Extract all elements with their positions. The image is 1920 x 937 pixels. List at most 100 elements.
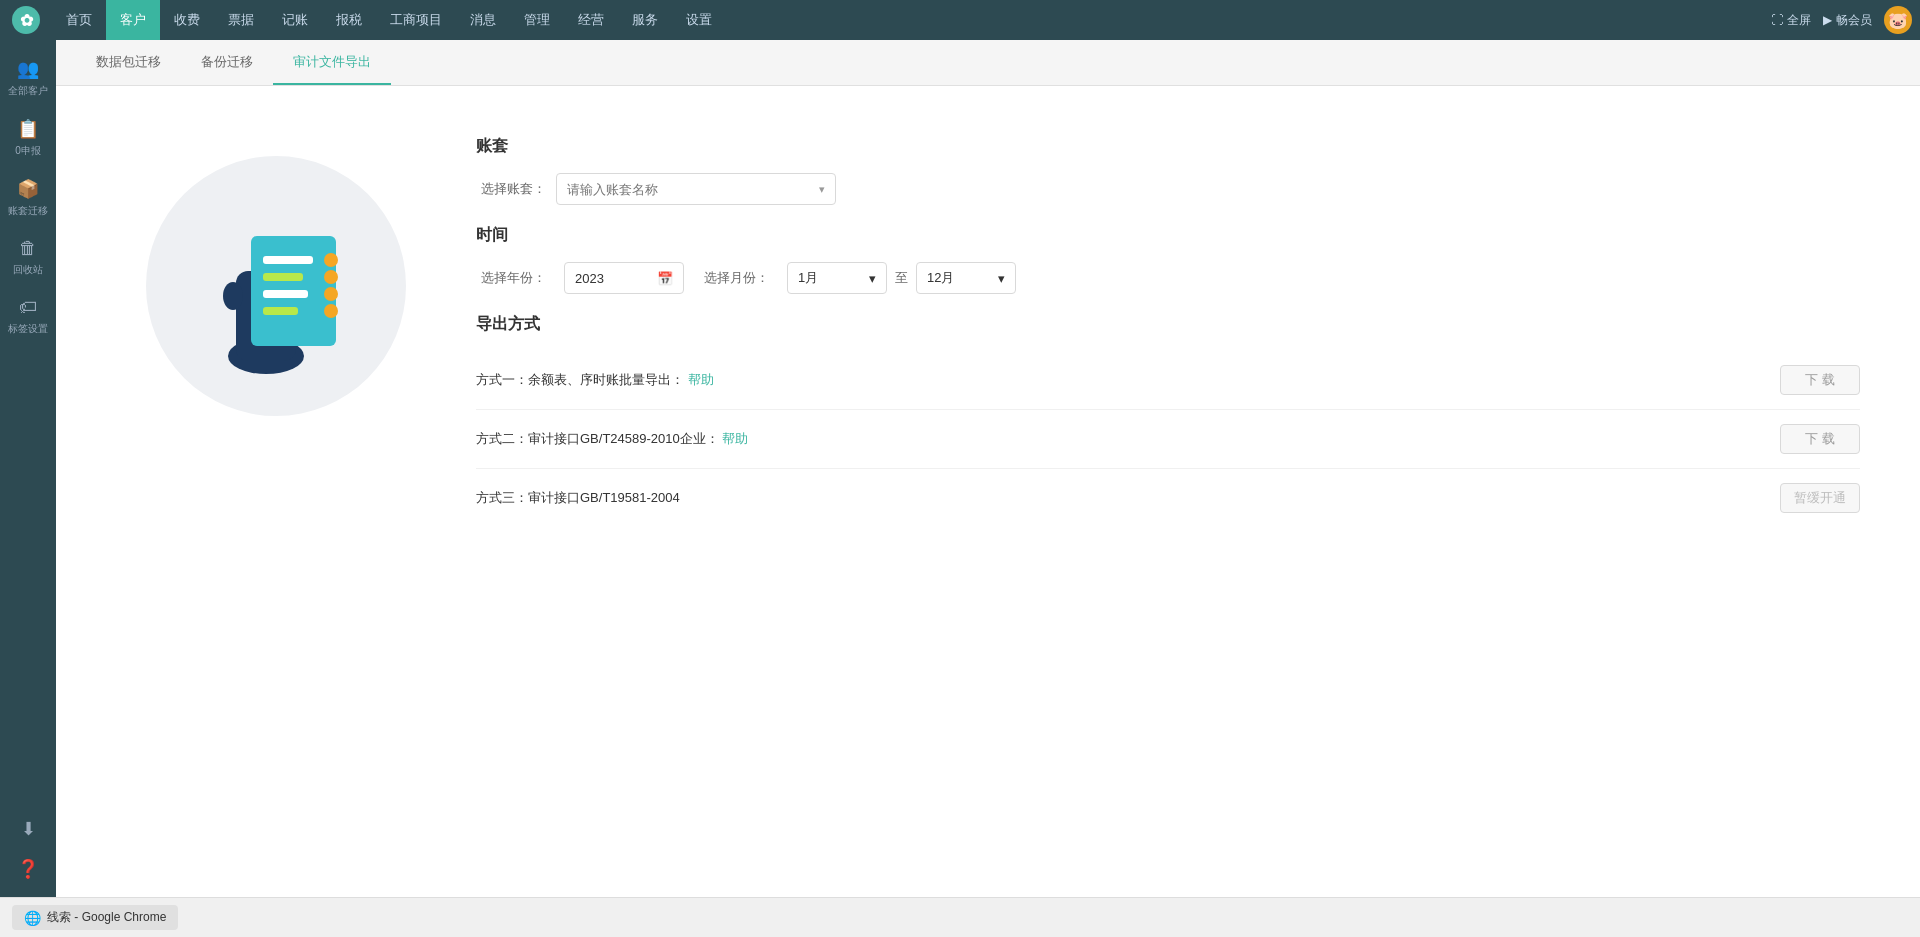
- content-area: 数据包迁移 备份迁移 审计文件导出: [56, 40, 1920, 897]
- year-value: 2023: [575, 271, 604, 286]
- sidebar: 👥 全部客户 📋 0申报 📦 账套迁移 🗑 回收站 🏷 标签设置 ⬇ ❓: [0, 40, 56, 897]
- member-icon: ▶: [1823, 13, 1832, 27]
- time-section-title: 时间: [476, 225, 1860, 246]
- export-method-2: 方式二：审计接口GB/T24589-2010企业： 帮助 下 载: [476, 410, 1860, 469]
- year-input[interactable]: 2023 📅: [564, 262, 684, 294]
- calendar-icon: 📅: [657, 271, 673, 286]
- method1-description: 方式一：余额表、序时账批量导出：: [476, 372, 684, 387]
- account-form-row: 选择账套： ▾: [476, 173, 1860, 205]
- account-migration-label: 账套迁移: [8, 204, 48, 218]
- month-end-arrow: ▾: [998, 271, 1005, 286]
- account-select[interactable]: ▾: [556, 173, 836, 205]
- tab-bar: 数据包迁移 备份迁移 审计文件导出: [56, 40, 1920, 86]
- svg-point-8: [324, 253, 338, 267]
- tag-settings-label: 标签设置: [8, 322, 48, 336]
- recycle-bin-icon: 🗑: [19, 238, 37, 259]
- method2-help-link[interactable]: 帮助: [722, 431, 748, 446]
- tag-settings-icon: 🏷: [19, 297, 37, 318]
- tab-backup-migration[interactable]: 备份迁移: [181, 40, 273, 85]
- all-customers-icon: 👥: [17, 58, 39, 80]
- svg-point-10: [324, 287, 338, 301]
- svg-rect-6: [263, 290, 308, 298]
- method1-text: 方式一：余额表、序时账批量导出： 帮助: [476, 371, 714, 389]
- method3-text: 方式三：审计接口GB/T19581-2004: [476, 489, 680, 507]
- to-label: 至: [895, 269, 908, 287]
- sidebar-item-zero-declaration[interactable]: 📋 0申报: [0, 108, 56, 168]
- nav-tax[interactable]: 报税: [322, 0, 376, 40]
- tab-audit-export[interactable]: 审计文件导出: [273, 40, 391, 85]
- account-dropdown-arrow: ▾: [819, 183, 825, 196]
- zero-declaration-label: 0申报: [15, 144, 41, 158]
- form-side: 账套 选择账套： ▾ 时间 选择年份： 2023 📅 选择月份: [436, 116, 1860, 867]
- method2-download-button[interactable]: 下 载: [1780, 424, 1860, 454]
- export-method-1: 方式一：余额表、序时账批量导出： 帮助 下 载: [476, 351, 1860, 410]
- top-navigation: ✿ 首页 客户 收费 票据 记账 报税 工商项目 消息 管理 经营 服务 设置 …: [0, 0, 1920, 40]
- month-start-arrow: ▾: [869, 271, 876, 286]
- month-start-value: 1月: [798, 269, 818, 287]
- nav-bookkeeping[interactable]: 记账: [268, 0, 322, 40]
- nav-fee[interactable]: 收费: [160, 0, 214, 40]
- fullscreen-button[interactable]: ⛶ 全屏: [1771, 12, 1811, 29]
- method2-text: 方式二：审计接口GB/T24589-2010企业： 帮助: [476, 430, 748, 448]
- time-form-row: 选择年份： 2023 📅 选择月份： 1月 ▾ 至 12月 ▾: [476, 262, 1860, 294]
- month-start-select[interactable]: 1月 ▾: [787, 262, 887, 294]
- month-end-value: 12月: [927, 269, 954, 287]
- method1-help-link[interactable]: 帮助: [688, 372, 714, 387]
- year-label: 选择年份：: [476, 269, 546, 287]
- nav-operation[interactable]: 经营: [564, 0, 618, 40]
- account-label: 选择账套：: [476, 180, 546, 198]
- export-method-3: 方式三：审计接口GB/T19581-2004 暂缓开通: [476, 469, 1860, 527]
- nav-items: 首页 客户 收费 票据 记账 报税 工商项目 消息 管理 经营 服务 设置: [52, 0, 1771, 40]
- sidebar-item-all-customers[interactable]: 👥 全部客户: [0, 48, 56, 108]
- account-input[interactable]: [567, 182, 819, 197]
- nav-service[interactable]: 服务: [618, 0, 672, 40]
- method2-description: 方式二：审计接口GB/T24589-2010企业：: [476, 431, 719, 446]
- fullscreen-label: 全屏: [1787, 12, 1811, 29]
- sidebar-item-recycle-bin[interactable]: 🗑 回收站: [0, 228, 56, 287]
- nav-settings[interactable]: 设置: [672, 0, 726, 40]
- illustration-svg: [191, 181, 361, 391]
- main-layout: 👥 全部客户 📋 0申报 📦 账套迁移 🗑 回收站 🏷 标签设置 ⬇ ❓ 数据包…: [0, 40, 1920, 897]
- svg-point-9: [324, 270, 338, 284]
- nav-customer[interactable]: 客户: [106, 0, 160, 40]
- taskbar: 🌐 线索 - Google Chrome: [0, 897, 1920, 937]
- svg-point-11: [324, 304, 338, 318]
- svg-rect-5: [263, 273, 303, 281]
- zero-declaration-icon: 📋: [17, 118, 39, 140]
- recycle-bin-label: 回收站: [13, 263, 43, 277]
- svg-rect-4: [263, 256, 313, 264]
- sidebar-item-account-migration[interactable]: 📦 账套迁移: [0, 168, 56, 228]
- fullscreen-icon: ⛶: [1771, 13, 1783, 27]
- account-section-title: 账套: [476, 136, 1860, 157]
- month-label: 选择月份：: [704, 269, 769, 287]
- nav-business[interactable]: 工商项目: [376, 0, 456, 40]
- sidebar-help-icon[interactable]: ❓: [12, 853, 44, 885]
- svg-point-2: [223, 282, 243, 310]
- sidebar-bottom: ⬇ ❓: [0, 813, 56, 897]
- nav-home[interactable]: 首页: [52, 0, 106, 40]
- taskbar-item-label: 线索 - Google Chrome: [47, 909, 166, 926]
- nav-message[interactable]: 消息: [456, 0, 510, 40]
- member-label: 畅会员: [1836, 12, 1872, 29]
- svg-rect-7: [263, 307, 298, 315]
- illustration-side: [116, 116, 436, 867]
- nav-right: ⛶ 全屏 ▶ 畅会员 🐷: [1771, 6, 1912, 34]
- tab-data-migration[interactable]: 数据包迁移: [76, 40, 181, 85]
- sidebar-download-icon[interactable]: ⬇: [12, 813, 44, 845]
- all-customers-label: 全部客户: [8, 84, 48, 98]
- nav-invoice[interactable]: 票据: [214, 0, 268, 40]
- member-button[interactable]: ▶ 畅会员: [1823, 12, 1872, 29]
- account-migration-icon: 📦: [17, 178, 39, 200]
- month-end-select[interactable]: 12月 ▾: [916, 262, 1016, 294]
- export-section-title: 导出方式: [476, 314, 1860, 335]
- avatar[interactable]: 🐷: [1884, 6, 1912, 34]
- method1-download-button[interactable]: 下 载: [1780, 365, 1860, 395]
- sidebar-item-tag-settings[interactable]: 🏷 标签设置: [0, 287, 56, 346]
- logo: ✿: [8, 2, 44, 38]
- method3-open-button[interactable]: 暂缓开通: [1780, 483, 1860, 513]
- chrome-icon: 🌐: [24, 910, 41, 926]
- taskbar-chrome-item[interactable]: 🌐 线索 - Google Chrome: [12, 905, 178, 930]
- nav-manage[interactable]: 管理: [510, 0, 564, 40]
- method3-description: 方式三：审计接口GB/T19581-2004: [476, 490, 680, 505]
- logo-icon: ✿: [12, 6, 40, 34]
